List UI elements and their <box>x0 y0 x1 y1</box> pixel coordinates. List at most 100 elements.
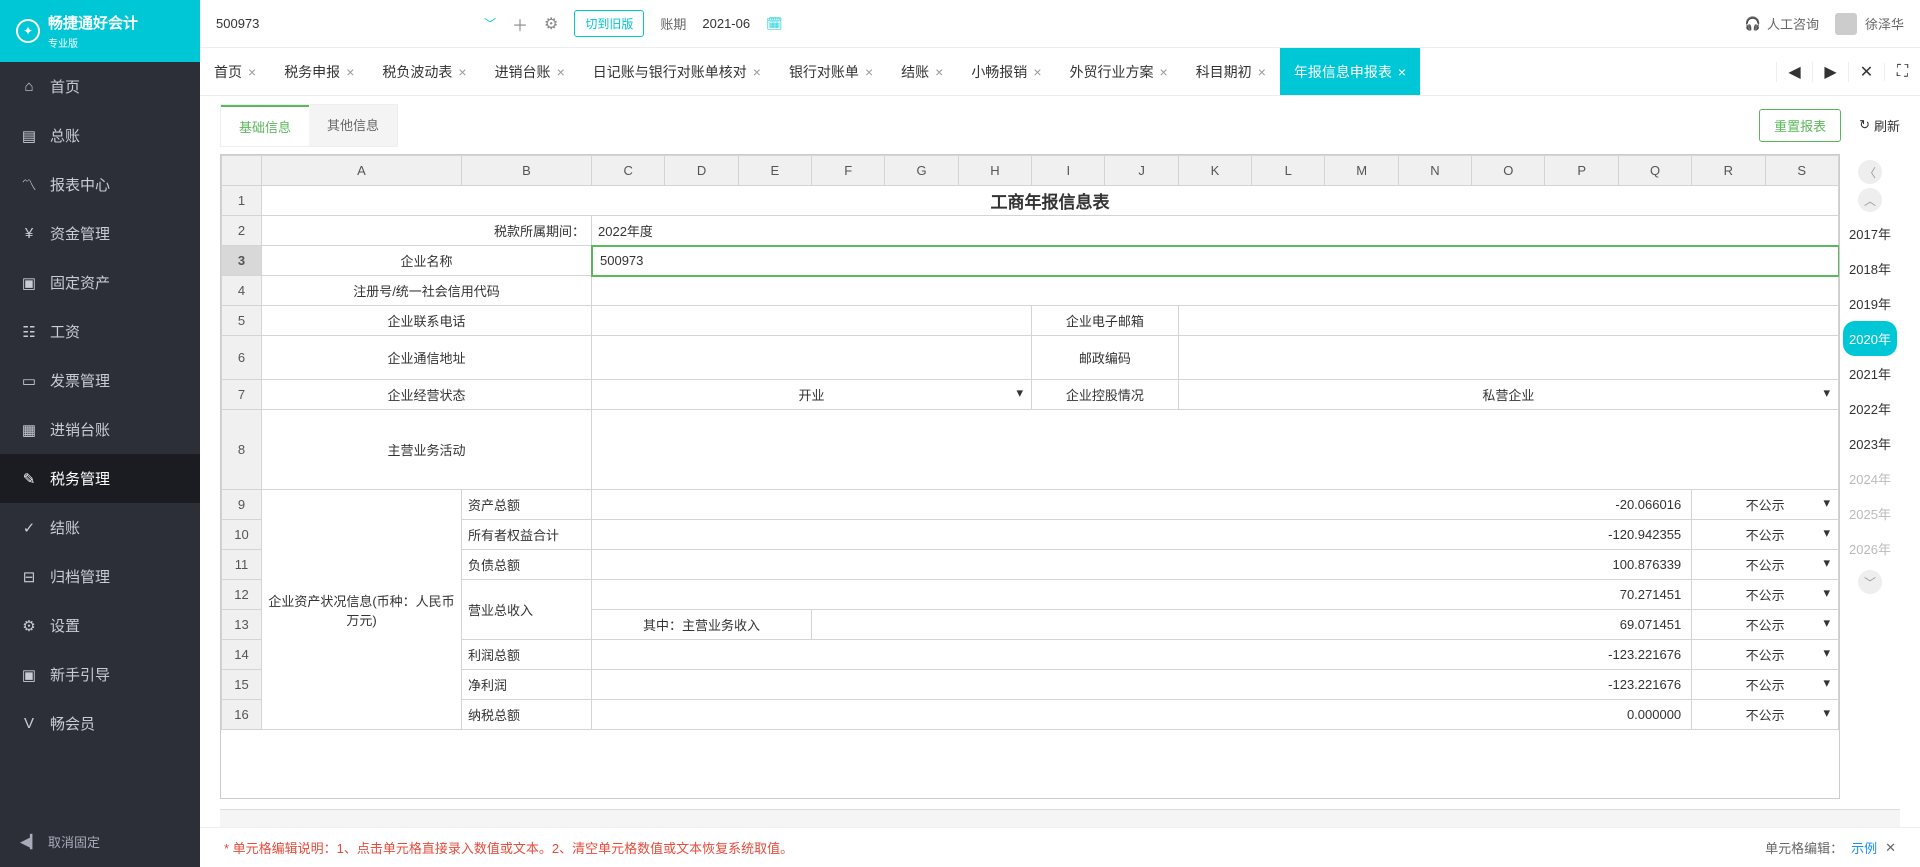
sidebar-item-13[interactable]: V畅会员 <box>0 699 200 748</box>
col-header[interactable]: F <box>812 156 885 186</box>
data-cell[interactable] <box>1178 306 1838 336</box>
fullscreen-button[interactable]: ⛶ <box>1884 63 1920 81</box>
publish-dropdown[interactable]: 不公示 <box>1692 550 1839 580</box>
tab-9[interactable]: 科目期初× <box>1182 48 1280 95</box>
year-2018年[interactable]: 2018年 <box>1843 251 1897 286</box>
company-dropdown[interactable]: 500973 ﹀ <box>216 15 496 32</box>
data-cell[interactable] <box>592 306 1032 336</box>
row-header[interactable]: 3 <box>222 246 262 276</box>
row-header[interactable]: 5 <box>222 306 262 336</box>
data-cell[interactable]: -123.221676 <box>592 640 1692 670</box>
close-icon[interactable]: × <box>1033 64 1041 80</box>
tab-8[interactable]: 外贸行业方案× <box>1056 48 1182 95</box>
year-2020年[interactable]: 2020年 <box>1843 321 1897 356</box>
data-cell[interactable] <box>592 336 1032 380</box>
sidebar-item-3[interactable]: ¥资金管理 <box>0 209 200 258</box>
tab-5[interactable]: 银行对账单× <box>775 48 887 95</box>
subtab-1[interactable]: 其他信息 <box>309 105 397 146</box>
col-header[interactable]: B <box>462 156 592 186</box>
calendar-icon[interactable]: 🗓 <box>766 16 783 32</box>
year-prev-button[interactable]: 〈 <box>1858 160 1882 184</box>
publish-dropdown[interactable]: 不公示 <box>1692 520 1839 550</box>
publish-dropdown[interactable]: 不公示 <box>1692 700 1839 730</box>
year-2026年[interactable]: 2026年 <box>1843 531 1897 566</box>
tab-close-button[interactable]: ✕ <box>1848 62 1884 82</box>
col-header[interactable]: P <box>1545 156 1618 186</box>
close-icon[interactable]: × <box>1258 64 1266 80</box>
status-dropdown[interactable]: 开业 <box>592 380 1032 410</box>
row-header[interactable]: 7 <box>222 380 262 410</box>
col-header[interactable]: M <box>1325 156 1398 186</box>
tab-6[interactable]: 结账× <box>887 48 957 95</box>
publish-dropdown[interactable]: 不公示 <box>1692 640 1839 670</box>
subtab-0[interactable]: 基础信息 <box>221 105 309 146</box>
sidebar-item-6[interactable]: ▭发票管理 <box>0 356 200 405</box>
col-header[interactable]: N <box>1398 156 1471 186</box>
close-icon[interactable]: × <box>1160 64 1168 80</box>
gear-icon[interactable]: ⚙ <box>544 14 558 34</box>
col-header[interactable]: Q <box>1618 156 1691 186</box>
row-header[interactable]: 8 <box>222 410 262 490</box>
close-icon[interactable]: × <box>458 64 466 80</box>
close-icon[interactable]: × <box>935 64 943 80</box>
col-header[interactable]: I <box>1032 156 1105 186</box>
row-header[interactable]: 9 <box>222 490 262 520</box>
row-header[interactable]: 1 <box>222 186 262 216</box>
spreadsheet[interactable]: A B C D E F G H I J K L M <box>220 154 1840 799</box>
company-name-cell[interactable]: 500973 <box>592 246 1839 276</box>
row-header[interactable]: 10 <box>222 520 262 550</box>
data-cell[interactable] <box>592 276 1839 306</box>
sidebar-item-12[interactable]: ▣新手引导 <box>0 650 200 699</box>
publish-dropdown[interactable]: 不公示 <box>1692 670 1839 700</box>
sidebar-item-11[interactable]: ⚙设置 <box>0 601 200 650</box>
close-icon[interactable]: × <box>557 64 565 80</box>
tab-next-button[interactable]: ▶ <box>1812 62 1848 82</box>
close-icon[interactable]: × <box>1398 64 1406 80</box>
sidebar-item-9[interactable]: ✓结账 <box>0 503 200 552</box>
year-2021年[interactable]: 2021年 <box>1843 356 1897 391</box>
year-2022年[interactable]: 2022年 <box>1843 391 1897 426</box>
col-header[interactable]: S <box>1765 156 1838 186</box>
col-header[interactable]: H <box>958 156 1031 186</box>
col-header[interactable]: L <box>1252 156 1325 186</box>
tab-10[interactable]: 年报信息申报表× <box>1280 48 1420 95</box>
col-header[interactable]: R <box>1692 156 1765 186</box>
year-2019年[interactable]: 2019年 <box>1843 286 1897 321</box>
period-value-cell[interactable]: 2022年度 <box>592 216 1839 246</box>
sidebar-item-7[interactable]: ▦进销台账 <box>0 405 200 454</box>
publish-dropdown[interactable]: 不公示 <box>1692 580 1839 610</box>
horizontal-scrollbar[interactable] <box>220 809 1900 827</box>
row-header[interactable]: 16 <box>222 700 262 730</box>
user-menu[interactable]: 徐泽华 <box>1835 13 1904 35</box>
tab-3[interactable]: 进销台账× <box>481 48 579 95</box>
data-cell[interactable]: -20.066016 <box>592 490 1692 520</box>
row-header[interactable]: 4 <box>222 276 262 306</box>
data-cell[interactable]: 69.071451 <box>812 610 1692 640</box>
row-header[interactable]: 6 <box>222 336 262 380</box>
sidebar-item-8[interactable]: ✎税务管理 <box>0 454 200 503</box>
data-cell[interactable] <box>1178 336 1838 380</box>
year-2023年[interactable]: 2023年 <box>1843 426 1897 461</box>
year-up-button[interactable]: ︿ <box>1858 188 1882 212</box>
data-cell[interactable]: -123.221676 <box>592 670 1692 700</box>
data-cell[interactable]: 70.271451 <box>592 580 1692 610</box>
tab-1[interactable]: 税务申报× <box>270 48 368 95</box>
sidebar-item-10[interactable]: ⊟归档管理 <box>0 552 200 601</box>
col-header[interactable]: A <box>262 156 462 186</box>
regen-button[interactable]: 重置报表 <box>1759 109 1841 142</box>
publish-dropdown[interactable]: 不公示 <box>1692 490 1839 520</box>
holding-dropdown[interactable]: 私营企业 <box>1178 380 1838 410</box>
close-icon[interactable]: × <box>248 64 256 80</box>
close-icon[interactable]: × <box>753 64 761 80</box>
consult-button[interactable]: 🎧 人工咨询 <box>1745 14 1819 33</box>
tab-7[interactable]: 小畅报销× <box>957 48 1055 95</box>
tab-4[interactable]: 日记账与银行对账单核对× <box>579 48 775 95</box>
row-header[interactable]: 13 <box>222 610 262 640</box>
refresh-button[interactable]: ↻ 刷新 <box>1859 116 1900 135</box>
row-header[interactable]: 2 <box>222 216 262 246</box>
tab-0[interactable]: 首页× <box>200 48 270 95</box>
add-icon[interactable]: ＋ <box>512 12 528 36</box>
publish-dropdown[interactable]: 不公示 <box>1692 610 1839 640</box>
close-icon[interactable]: ✕ <box>1885 840 1896 856</box>
data-cell[interactable]: -120.942355 <box>592 520 1692 550</box>
